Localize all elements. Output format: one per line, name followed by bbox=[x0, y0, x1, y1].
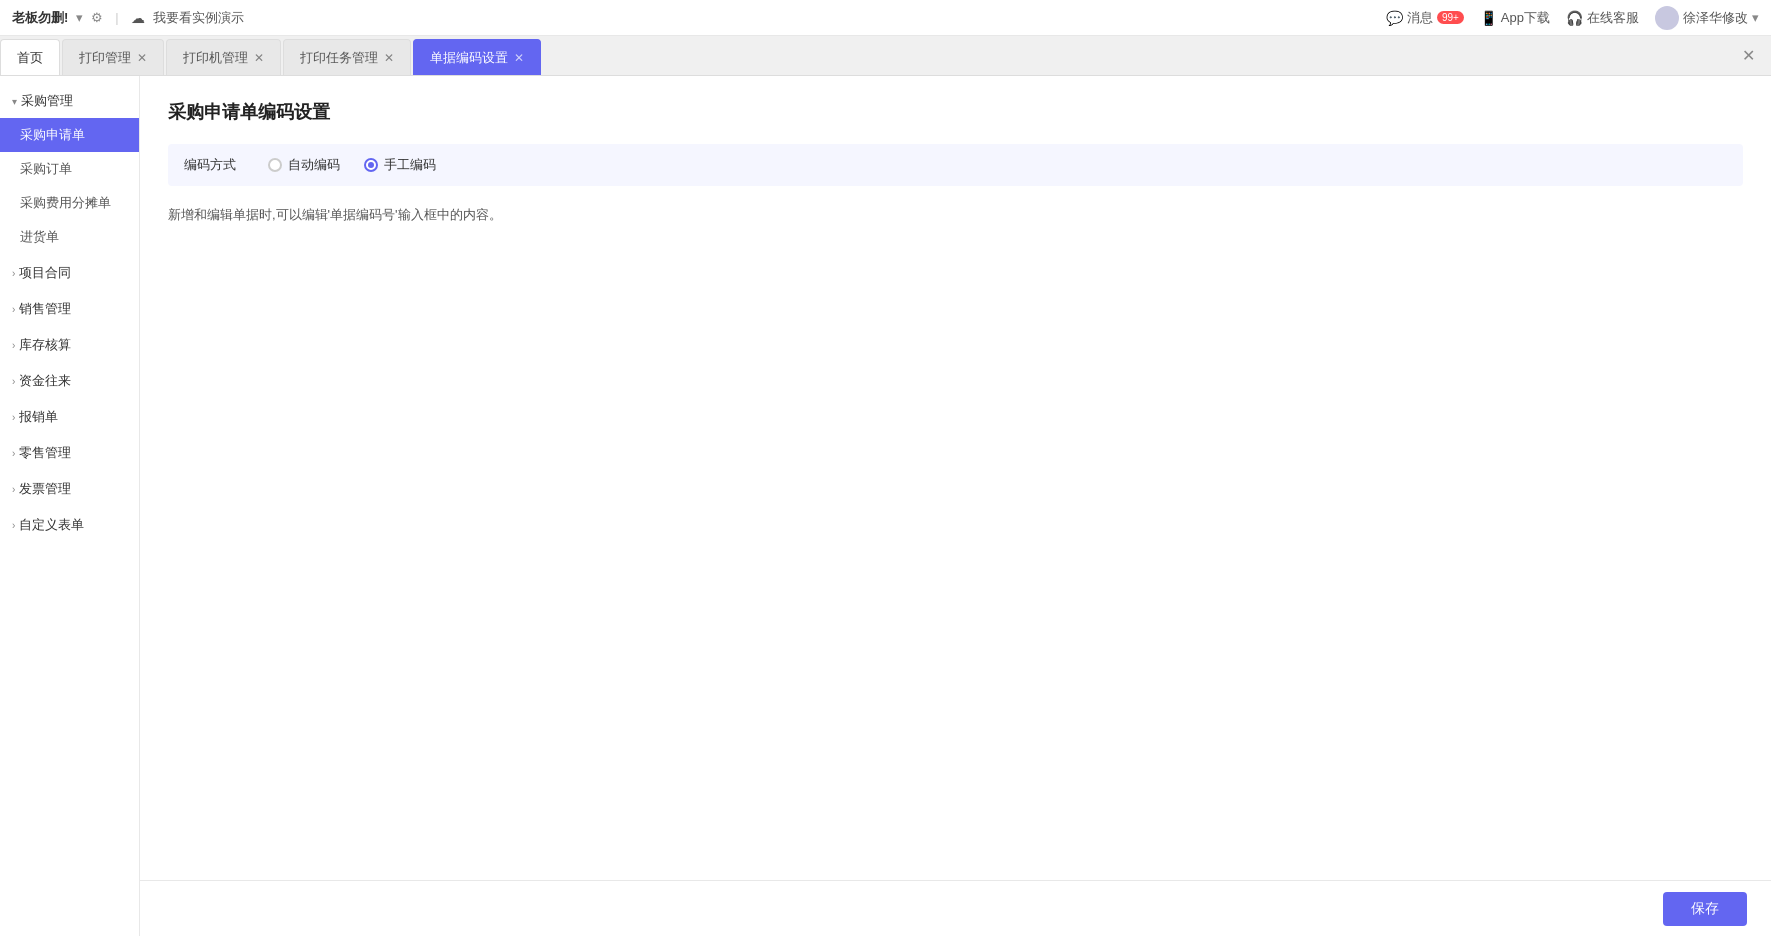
radio-manual-circle bbox=[364, 158, 378, 172]
tab-barcode-settings-close[interactable]: ✕ bbox=[514, 51, 524, 65]
sidebar-item-label-purchase-request: 采购申请单 bbox=[20, 127, 85, 142]
tab-print-mgmt[interactable]: 打印管理 ✕ bbox=[62, 39, 164, 75]
sidebar-item-purchase-expense[interactable]: 采购费用分摊单 bbox=[0, 186, 139, 220]
sidebar-group-purchase-mgmt: ▾ 采购管理 采购申请单 采购订单 采购费用分摊单 进货单 bbox=[0, 84, 139, 254]
top-bar-left: 老板勿删! | 我要看实例演示 bbox=[12, 9, 244, 27]
sidebar-group-label-project-contract: 项目合同 bbox=[19, 264, 71, 282]
chevron-right-icon-sales: › bbox=[12, 304, 15, 315]
sidebar-group-label-sales-mgmt: 销售管理 bbox=[19, 300, 71, 318]
sidebar-group-title-fund-flow[interactable]: › 资金往来 bbox=[0, 364, 139, 398]
chevron-down-icon: ▾ bbox=[12, 96, 17, 107]
sidebar-group-title-sales-mgmt[interactable]: › 销售管理 bbox=[0, 292, 139, 326]
chevron-right-icon-retail: › bbox=[12, 448, 15, 459]
cloud-icon bbox=[131, 10, 145, 26]
demo-bar-divider: | bbox=[115, 10, 118, 25]
chevron-down-icon[interactable] bbox=[76, 10, 83, 25]
sidebar-group-custom-forms: › 自定义表单 bbox=[0, 508, 139, 542]
sidebar-group-retail-mgmt: › 零售管理 bbox=[0, 436, 139, 470]
brand-logo: 老板勿删! bbox=[12, 9, 68, 27]
tab-bar: 首页 打印管理 ✕ 打印机管理 ✕ 打印任务管理 ✕ 单据编码设置 ✕ ✕ bbox=[0, 36, 1771, 76]
sidebar-group-title-project-contract[interactable]: › 项目合同 bbox=[0, 256, 139, 290]
user-nav[interactable]: 徐泽华修改 bbox=[1655, 6, 1759, 30]
main-layout: ▾ 采购管理 采购申请单 采购订单 采购费用分摊单 进货单 › 项目合同 bbox=[0, 76, 1771, 936]
sidebar-group-fund-flow: › 资金往来 bbox=[0, 364, 139, 398]
tab-bar-close-button[interactable]: ✕ bbox=[1726, 46, 1771, 65]
user-chevron-icon bbox=[1752, 10, 1759, 25]
content-inner: 采购申请单编码设置 编码方式 自动编码 手工编码 新增和编辑单据时,可以编辑'单… bbox=[140, 76, 1771, 880]
chevron-right-icon-fund: › bbox=[12, 376, 15, 387]
chevron-right-icon-inventory: › bbox=[12, 340, 15, 351]
sidebar-group-title-purchase-mgmt[interactable]: ▾ 采购管理 bbox=[0, 84, 139, 118]
sidebar-item-label-stock-in: 进货单 bbox=[20, 229, 59, 244]
tab-print-mgmt-label: 打印管理 bbox=[79, 49, 131, 67]
chevron-right-icon-returns: › bbox=[12, 412, 15, 423]
tab-print-task-mgmt-close[interactable]: ✕ bbox=[384, 51, 394, 65]
phone-icon bbox=[1480, 10, 1497, 26]
app-download-label: App下载 bbox=[1501, 9, 1550, 27]
sidebar-group-title-custom-forms[interactable]: › 自定义表单 bbox=[0, 508, 139, 542]
chevron-right-icon-invoice: › bbox=[12, 484, 15, 495]
user-name: 徐泽华修改 bbox=[1683, 9, 1748, 27]
content-footer: 保存 bbox=[140, 880, 1771, 936]
sidebar-group-project-contract: › 项目合同 bbox=[0, 256, 139, 290]
page-title: 采购申请单编码设置 bbox=[168, 100, 1743, 124]
sidebar-group-label-retail-mgmt: 零售管理 bbox=[19, 444, 71, 462]
message-nav[interactable]: 消息 99+ bbox=[1386, 9, 1464, 27]
radio-auto-circle bbox=[268, 158, 282, 172]
sidebar-group-title-retail-mgmt[interactable]: › 零售管理 bbox=[0, 436, 139, 470]
tab-print-task-mgmt[interactable]: 打印任务管理 ✕ bbox=[283, 39, 411, 75]
sidebar-item-purchase-request[interactable]: 采购申请单 bbox=[0, 118, 139, 152]
sidebar-group-title-returns[interactable]: › 报销单 bbox=[0, 400, 139, 434]
sidebar-group-label-inventory: 库存核算 bbox=[19, 336, 71, 354]
sidebar-group-label-custom-forms: 自定义表单 bbox=[19, 516, 84, 534]
save-button[interactable]: 保存 bbox=[1663, 892, 1747, 926]
radio-auto-encoding[interactable]: 自动编码 bbox=[268, 156, 340, 174]
online-service-label: 在线客服 bbox=[1587, 9, 1639, 27]
online-service-nav[interactable]: 在线客服 bbox=[1566, 9, 1639, 27]
sidebar-group-title-invoice-mgmt[interactable]: › 发票管理 bbox=[0, 472, 139, 506]
top-bar-right: 消息 99+ App下载 在线客服 徐泽华修改 bbox=[1386, 6, 1759, 30]
content-area: 采购申请单编码设置 编码方式 自动编码 手工编码 新增和编辑单据时,可以编辑'单… bbox=[140, 76, 1771, 936]
sidebar-group-inventory: › 库存核算 bbox=[0, 328, 139, 362]
tab-home-label: 首页 bbox=[17, 49, 43, 67]
tab-print-mgmt-close[interactable]: ✕ bbox=[137, 51, 147, 65]
sidebar-group-sales-mgmt: › 销售管理 bbox=[0, 292, 139, 326]
sidebar: ▾ 采购管理 采购申请单 采购订单 采购费用分摊单 进货单 › 项目合同 bbox=[0, 76, 140, 936]
chevron-right-icon-custom: › bbox=[12, 520, 15, 531]
radio-auto-label: 自动编码 bbox=[288, 156, 340, 174]
encoding-label: 编码方式 bbox=[184, 156, 236, 174]
radio-manual-label: 手工编码 bbox=[384, 156, 436, 174]
headset-icon bbox=[1566, 10, 1583, 26]
chevron-right-icon: › bbox=[12, 268, 15, 279]
demo-label[interactable]: 我要看实例演示 bbox=[153, 9, 244, 27]
tab-print-task-mgmt-label: 打印任务管理 bbox=[300, 49, 378, 67]
sidebar-group-invoice-mgmt: › 发票管理 bbox=[0, 472, 139, 506]
app-download-nav[interactable]: App下载 bbox=[1480, 9, 1550, 27]
avatar bbox=[1655, 6, 1679, 30]
sidebar-group-returns: › 报销单 bbox=[0, 400, 139, 434]
sidebar-group-label-invoice-mgmt: 发票管理 bbox=[19, 480, 71, 498]
tab-barcode-settings-label: 单据编码设置 bbox=[430, 49, 508, 67]
sidebar-group-title-inventory[interactable]: › 库存核算 bbox=[0, 328, 139, 362]
sidebar-item-label-purchase-expense: 采购费用分摊单 bbox=[20, 195, 111, 210]
top-bar: 老板勿删! | 我要看实例演示 消息 99+ App下载 在线客服 徐泽华修改 bbox=[0, 0, 1771, 36]
tab-barcode-settings[interactable]: 单据编码设置 ✕ bbox=[413, 39, 541, 75]
sidebar-item-purchase-order[interactable]: 采购订单 bbox=[0, 152, 139, 186]
message-badge: 99+ bbox=[1437, 11, 1464, 24]
tab-printer-mgmt-label: 打印机管理 bbox=[183, 49, 248, 67]
sidebar-group-label-purchase-mgmt: 采购管理 bbox=[21, 92, 73, 110]
radio-manual-encoding[interactable]: 手工编码 bbox=[364, 156, 436, 174]
message-label: 消息 bbox=[1407, 9, 1433, 27]
sidebar-item-stock-in[interactable]: 进货单 bbox=[0, 220, 139, 254]
sidebar-group-label-returns: 报销单 bbox=[19, 408, 58, 426]
tab-home[interactable]: 首页 bbox=[0, 39, 60, 75]
sidebar-group-label-fund-flow: 资金往来 bbox=[19, 372, 71, 390]
tab-printer-mgmt-close[interactable]: ✕ bbox=[254, 51, 264, 65]
tab-printer-mgmt[interactable]: 打印机管理 ✕ bbox=[166, 39, 281, 75]
encoding-hint: 新增和编辑单据时,可以编辑'单据编码号'输入框中的内容。 bbox=[168, 206, 1743, 224]
gear-icon[interactable] bbox=[91, 10, 103, 25]
encoding-section: 编码方式 自动编码 手工编码 bbox=[168, 144, 1743, 186]
message-icon bbox=[1386, 10, 1403, 26]
sidebar-item-label-purchase-order: 采购订单 bbox=[20, 161, 72, 176]
